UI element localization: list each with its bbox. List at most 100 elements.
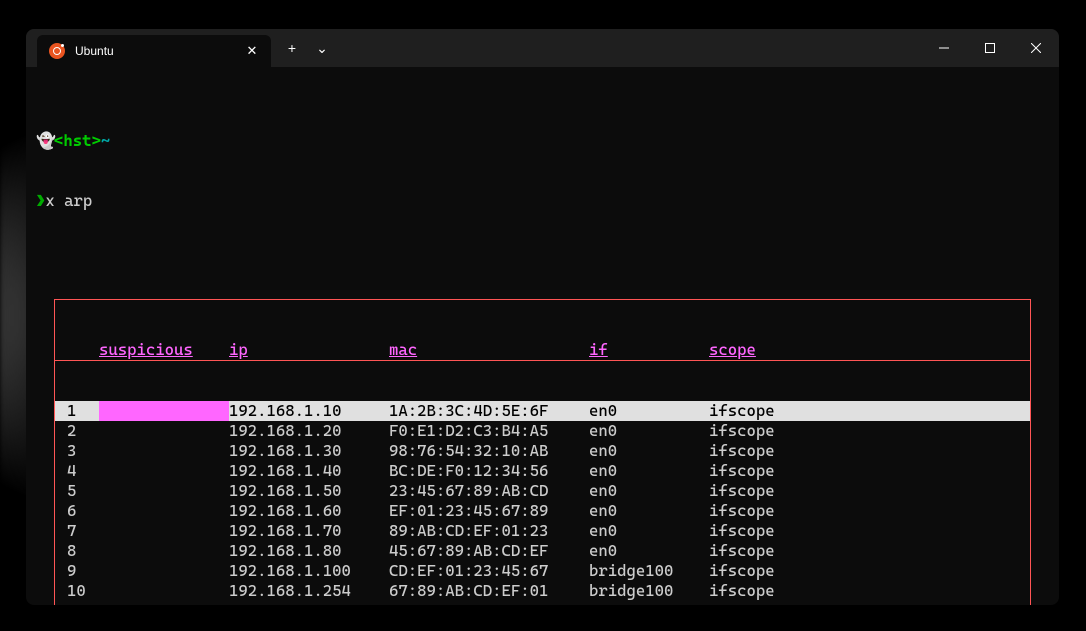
row-ip: 192.168.1.40 (229, 461, 389, 481)
close-tab-button[interactable]: ✕ (243, 42, 261, 60)
row-mac: F0:E1:D2:C3:B4:A5 (389, 421, 589, 441)
row-if: en0 (589, 441, 709, 461)
row-suspicious (99, 441, 229, 461)
row-if: en0 (589, 461, 709, 481)
row-if: en0 (589, 521, 709, 541)
row-index: 4 (67, 461, 99, 481)
terminal-content[interactable]: 👻 <hst> ~ ❯ x arp suspiciousipmacifscope… (26, 67, 1059, 605)
col-header-scope: scope (709, 340, 809, 360)
table-row[interactable]: 3 192.168.1.3098:76:54:32:10:ABen0ifscope (55, 441, 1030, 461)
row-scope: ifscope (709, 521, 809, 541)
tab-title: Ubuntu (75, 44, 233, 58)
row-scope: ifscope (709, 421, 809, 441)
row-mac: EF:01:23:45:67:89 (389, 501, 589, 521)
ubuntu-icon (49, 43, 65, 59)
row-mac: 98:76:54:32:10:AB (389, 441, 589, 461)
row-index: 3 (67, 441, 99, 461)
row-ip: 192.168.1.80 (229, 541, 389, 561)
prompt-host: <hst> (54, 131, 101, 151)
row-mac: 89:AB:CD:EF:01:23 (389, 521, 589, 541)
row-mac: 67:89:AB:CD:EF:01 (389, 581, 589, 601)
row-scope: ifscope (709, 561, 809, 581)
row-scope: ifscope (709, 461, 809, 481)
col-header-ip: ip (229, 340, 389, 360)
table-row[interactable]: 8 192.168.1.8045:67:89:AB:CD:EFen0ifscope (55, 541, 1030, 561)
close-window-button[interactable] (1013, 29, 1059, 67)
row-suspicious (99, 461, 229, 481)
table-row[interactable]: 5 192.168.1.5023:45:67:89:AB:CDen0ifscope (55, 481, 1030, 501)
row-index: 6 (67, 501, 99, 521)
prompt-arrow: ❯ (36, 191, 45, 211)
table-rows: 1192.168.1.101A:2B:3C:4D:5E:6Fen0ifscope… (55, 401, 1030, 601)
row-if: en0 (589, 501, 709, 521)
row-index: 2 (67, 421, 99, 441)
row-index: 10 (67, 581, 99, 601)
row-suspicious (99, 541, 229, 561)
col-header-mac: mac (389, 340, 589, 360)
new-tab-button[interactable]: + (277, 29, 307, 67)
row-suspicious (99, 581, 229, 601)
ghost-icon: 👻 (36, 131, 54, 151)
row-suspicious (99, 421, 229, 441)
row-if: en0 (589, 481, 709, 501)
titlebar[interactable]: Ubuntu ✕ + ⌄ (26, 29, 1059, 67)
table-row[interactable]: 9 192.168.1.100CD:EF:01:23:45:67bridge100… (55, 561, 1030, 581)
row-index: 7 (67, 521, 99, 541)
prompt-path: ~ (101, 131, 110, 151)
row-if: bridge100 (589, 561, 709, 581)
prompt-command: x arp (45, 191, 92, 211)
row-scope: ifscope (709, 481, 809, 501)
chevron-down-icon: ⌄ (316, 40, 328, 57)
table-header: suspiciousipmacifscope (55, 340, 1030, 361)
table-row[interactable]: 2 192.168.1.20F0:E1:D2:C3:B4:A5en0ifscope (55, 421, 1030, 441)
row-suspicious (99, 561, 229, 581)
table-row[interactable]: 4 192.168.1.40BC:DE:F0:12:34:56en0ifscope (55, 461, 1030, 481)
row-suspicious (99, 401, 229, 421)
maximize-button[interactable] (967, 29, 1013, 67)
row-mac: 1A:2B:3C:4D:5E:6F (389, 401, 589, 421)
row-ip: 192.168.1.60 (229, 501, 389, 521)
row-suspicious (99, 521, 229, 541)
arp-table: suspiciousipmacifscope 1 192.168.1.101A:2… (54, 299, 1031, 605)
row-scope: ifscope (709, 541, 809, 561)
maximize-icon (985, 43, 995, 53)
row-ip: 192.168.1.70 (229, 521, 389, 541)
row-if: bridge100 (589, 581, 709, 601)
row-ip: 192.168.1.100 (229, 561, 389, 581)
tab-ubuntu[interactable]: Ubuntu ✕ (37, 35, 271, 67)
row-ip: 192.168.1.10 (229, 401, 389, 421)
row-ip: 192.168.1.50 (229, 481, 389, 501)
table-row[interactable]: 10 192.168.1.25467:89:AB:CD:EF:01bridge10… (55, 581, 1030, 601)
row-suspicious (99, 481, 229, 501)
row-if: en0 (589, 421, 709, 441)
row-ip: 192.168.1.254 (229, 581, 389, 601)
row-mac: BC:DE:F0:12:34:56 (389, 461, 589, 481)
row-index: 1 (67, 401, 99, 421)
tab-dropdown-button[interactable]: ⌄ (307, 29, 337, 67)
prompt-line-2: ❯ x arp (36, 191, 1049, 211)
minimize-button[interactable] (921, 29, 967, 67)
terminal-window: Ubuntu ✕ + ⌄ 👻 <hst> ~ ❯ x arp suspiciou… (26, 29, 1059, 605)
row-scope: ifscope (709, 581, 809, 601)
row-ip: 192.168.1.20 (229, 421, 389, 441)
close-icon (1031, 43, 1041, 53)
row-mac: 23:45:67:89:AB:CD (389, 481, 589, 501)
titlebar-drag-area[interactable] (337, 29, 921, 67)
col-header-if: if (589, 340, 709, 360)
window-controls (921, 29, 1059, 67)
row-if: en0 (589, 401, 709, 421)
row-mac: 45:67:89:AB:CD:EF (389, 541, 589, 561)
row-index: 5 (67, 481, 99, 501)
row-if: en0 (589, 541, 709, 561)
row-ip: 192.168.1.30 (229, 441, 389, 461)
prompt-line-1: 👻 <hst> ~ (36, 131, 1049, 151)
table-row[interactable]: 6 192.168.1.60EF:01:23:45:67:89en0ifscope (55, 501, 1030, 521)
table-row[interactable]: 1 192.168.1.101A:2B:3C:4D:5E:6Fen0ifscope (55, 401, 1030, 421)
row-mac: CD:EF:01:23:45:67 (389, 561, 589, 581)
table-row[interactable]: 7 192.168.1.7089:AB:CD:EF:01:23en0ifscope (55, 521, 1030, 541)
row-scope: ifscope (709, 401, 809, 421)
row-index: 9 (67, 561, 99, 581)
row-index: 8 (67, 541, 99, 561)
row-scope: ifscope (709, 441, 809, 461)
row-scope: ifscope (709, 501, 809, 521)
